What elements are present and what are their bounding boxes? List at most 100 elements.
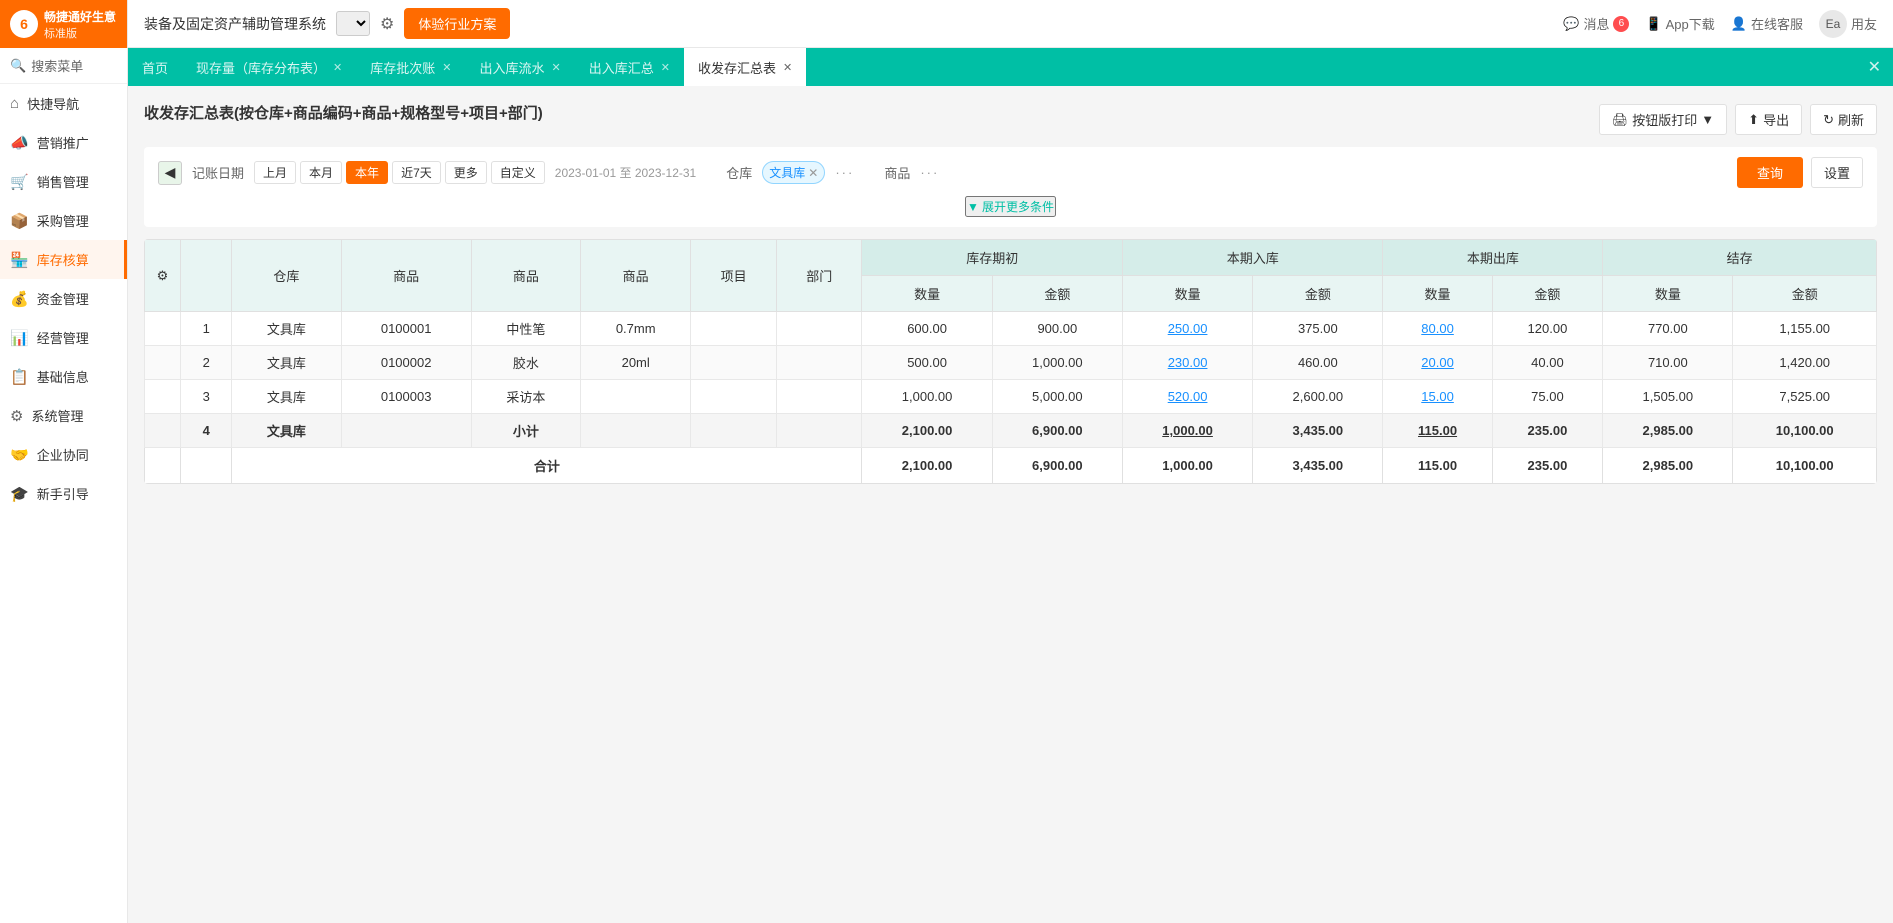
message-item[interactable]: 💬 消息 6 <box>1563 14 1629 33</box>
col-out-qty-header: 数量 <box>1383 276 1492 312</box>
tab-batch-close[interactable]: ✕ <box>442 61 451 74</box>
settings-icon[interactable]: ⚙ <box>380 14 394 34</box>
tab-inventory-dist[interactable]: 现存量（库存分布表） ✕ <box>182 48 356 86</box>
filter-main-row: ◀ 记账日期 上月 本月 本年 近7天 更多 自定义 2023-01-01 至 … <box>158 157 1863 188</box>
tab-batch-label: 库存批次账 <box>370 58 435 77</box>
nav-label-sales: 销售管理 <box>37 172 89 191</box>
tab-receive-summary-close[interactable]: ✕ <box>783 61 792 74</box>
date-btn-this-year[interactable]: 本年 <box>346 161 388 184</box>
tab-inout-summary-close[interactable]: ✕ <box>661 61 670 74</box>
cell-in-qty[interactable]: 230.00 <box>1122 346 1252 380</box>
tab-batch[interactable]: 库存批次账 ✕ <box>356 48 465 86</box>
sidebar-search[interactable]: 🔍 搜索菜单 <box>0 48 127 84</box>
nav-icon-business: 📊 <box>10 329 29 347</box>
data-table: ⚙ 仓库 商品 商品 商品 项目 部门 库存期初 本期入库 本期出库 结存 <box>144 239 1877 484</box>
cell-out-qty[interactable]: 15.00 <box>1383 380 1492 414</box>
cell-no: 3 <box>181 380 232 414</box>
sidebar-item-marketing[interactable]: 📣 营销推广 <box>0 123 127 162</box>
cell-in-qty[interactable]: 250.00 <box>1122 312 1252 346</box>
tab-receive-summary[interactable]: 收发存汇总表 ✕ <box>684 48 806 86</box>
goods-label: 商品 <box>884 163 910 182</box>
footer-bal-amt: 10,100.00 <box>1733 448 1877 484</box>
nav-icon-basic: 📋 <box>10 368 29 386</box>
col-settings-header[interactable]: ⚙ <box>145 240 181 312</box>
trial-btn[interactable]: 体验行业方案 <box>404 8 510 39</box>
sidebar: 6 畅捷通好生意 标准版 🔍 搜索菜单 ⌂ 快捷导航 📣 营销推广 🛒 销售管理… <box>0 0 128 923</box>
nav-icon-system: ⚙ <box>10 407 23 425</box>
cell-out-amt: 235.00 <box>1492 414 1603 448</box>
tab-inout-summary[interactable]: 出入库汇总 ✕ <box>575 48 684 86</box>
cell-code: 0100001 <box>341 312 471 346</box>
tab-home[interactable]: 首页 <box>128 48 182 86</box>
warehouse-tag-close[interactable]: ✕ <box>808 166 818 180</box>
date-btn-7days[interactable]: 近7天 <box>392 161 441 184</box>
online-service-item[interactable]: 👤 在线客服 <box>1731 14 1803 33</box>
tab-inventory-dist-label: 现存量（库存分布表） <box>196 58 326 77</box>
print-btn[interactable]: 🖨 按钮版打印 ▼ <box>1599 104 1727 135</box>
sidebar-item-business[interactable]: 📊 经营管理 <box>0 318 127 357</box>
settings-filter-btn[interactable]: 设置 <box>1811 157 1863 188</box>
footer-in-qty: 1,000.00 <box>1122 448 1252 484</box>
cell-bal-qty: 710.00 <box>1603 346 1733 380</box>
cell-bal-amt: 1,420.00 <box>1733 346 1877 380</box>
footer-out-amt: 235.00 <box>1492 448 1603 484</box>
date-btn-custom[interactable]: 自定义 <box>491 161 545 184</box>
filter-expand-btn[interactable]: ▼ 展开更多条件 <box>965 196 1056 217</box>
refresh-btn[interactable]: ↻ 刷新 <box>1810 104 1877 135</box>
sidebar-item-finance[interactable]: 💰 资金管理 <box>0 279 127 318</box>
cell-bal-qty: 770.00 <box>1603 312 1733 346</box>
system-selector[interactable] <box>336 11 370 36</box>
nav-icon-purchase: 📦 <box>10 212 29 230</box>
cell-in-amt: 3,435.00 <box>1253 414 1383 448</box>
tab-inout-flow-close[interactable]: ✕ <box>552 61 561 74</box>
cell-in-qty[interactable]: 520.00 <box>1122 380 1252 414</box>
sidebar-item-guide[interactable]: 🎓 新手引导 <box>0 474 127 513</box>
date-options: 上月 本月 本年 近7天 更多 自定义 <box>254 161 545 184</box>
date-btn-this-month[interactable]: 本月 <box>300 161 342 184</box>
sidebar-item-purchase[interactable]: 📦 采购管理 <box>0 201 127 240</box>
cell-out-amt: 120.00 <box>1492 312 1603 346</box>
date-btn-last-month[interactable]: 上月 <box>254 161 296 184</box>
tab-close-all[interactable]: ✕ <box>1856 48 1893 86</box>
sidebar-item-basic[interactable]: 📋 基础信息 <box>0 357 127 396</box>
cell-open-amt: 900.00 <box>992 312 1122 346</box>
warehouse-more-btn[interactable]: ··· <box>835 165 854 180</box>
goods-more-btn[interactable]: ··· <box>920 165 939 180</box>
sidebar-item-enterprise[interactable]: 🤝 企业协同 <box>0 435 127 474</box>
cell-out-amt: 75.00 <box>1492 380 1603 414</box>
date-btn-more[interactable]: 更多 <box>445 161 487 184</box>
nav-icon-quick: ⌂ <box>10 95 19 112</box>
col-in-header: 本期入库 <box>1122 240 1383 276</box>
app-download-item[interactable]: 📱 App下载 <box>1645 14 1714 33</box>
cell-dept <box>776 346 862 380</box>
cell-settings <box>145 380 181 414</box>
cell-dept <box>776 380 862 414</box>
cell-in-amt: 2,600.00 <box>1253 380 1383 414</box>
export-btn[interactable]: ⬆ 导出 <box>1735 104 1802 135</box>
nav-icon-enterprise: 🤝 <box>10 446 29 464</box>
cell-in-qty[interactable]: 1,000.00 <box>1122 414 1252 448</box>
cell-bal-qty: 2,985.00 <box>1603 414 1733 448</box>
cell-out-qty[interactable]: 115.00 <box>1383 414 1492 448</box>
cell-settings <box>145 414 181 448</box>
sidebar-item-system[interactable]: ⚙ 系统管理 <box>0 396 127 435</box>
nav-label-business: 经营管理 <box>37 328 89 347</box>
cell-open-qty: 500.00 <box>862 346 992 380</box>
cell-out-qty[interactable]: 80.00 <box>1383 312 1492 346</box>
filter-collapse-btn[interactable]: ◀ <box>158 161 182 185</box>
query-btn[interactable]: 查询 <box>1737 157 1803 188</box>
user-item[interactable]: Ea 用友 <box>1819 10 1877 38</box>
warehouse-tag[interactable]: 文具库 ✕ <box>762 161 825 184</box>
sidebar-item-quick[interactable]: ⌂ 快捷导航 <box>0 84 127 123</box>
topbar-left: 装备及固定资产辅助管理系统 ⚙ 体验行业方案 <box>144 8 510 39</box>
tab-bar: 首页 现存量（库存分布表） ✕ 库存批次账 ✕ 出入库流水 ✕ 出入库汇总 ✕ … <box>128 48 1893 86</box>
cell-out-qty[interactable]: 20.00 <box>1383 346 1492 380</box>
sidebar-item-sales[interactable]: 🛒 销售管理 <box>0 162 127 201</box>
cell-warehouse: 文具库 <box>232 380 341 414</box>
tab-inout-flow[interactable]: 出入库流水 ✕ <box>465 48 574 86</box>
service-icon: 👤 <box>1731 16 1747 32</box>
cell-spec: 20ml <box>580 346 690 380</box>
tab-inventory-dist-close[interactable]: ✕ <box>333 61 342 74</box>
table-footer-row: 合计 2,100.00 6,900.00 1,000.00 3,435.00 1… <box>145 448 1877 484</box>
sidebar-item-inventory[interactable]: 🏪 库存核算 <box>0 240 127 279</box>
